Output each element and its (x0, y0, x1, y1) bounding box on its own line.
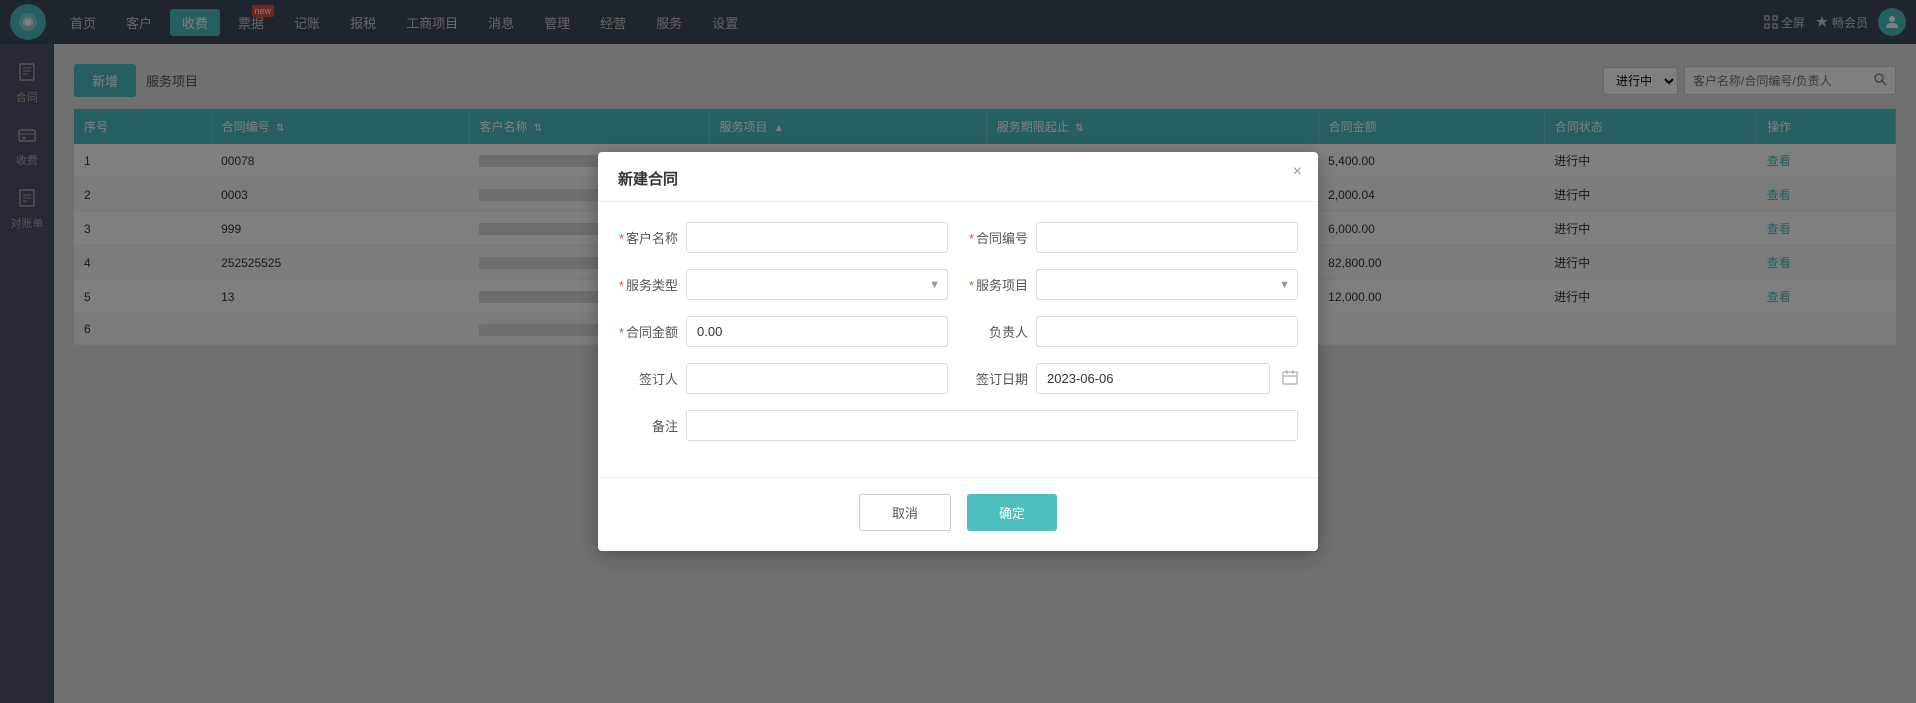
responsible-input[interactable] (1036, 316, 1298, 347)
form-row-1: *客户名称 *合同编号 (618, 222, 1298, 253)
note-input[interactable] (686, 410, 1298, 441)
responsible-label: 负责人 (968, 322, 1028, 341)
note-label: 备注 (618, 416, 678, 435)
form-row-4: 签订人 签订日期 (618, 363, 1298, 394)
service-item-select-wrap: ▼ (1036, 269, 1298, 300)
customer-name-input[interactable] (686, 222, 948, 253)
service-type-label: *服务类型 (618, 275, 678, 294)
cancel-button[interactable]: 取消 (859, 494, 951, 531)
field-responsible: 负责人 (968, 316, 1298, 347)
required-mark-3: * (619, 278, 624, 293)
contract-no-label: *合同编号 (968, 228, 1028, 247)
calendar-icon[interactable] (1282, 369, 1298, 388)
field-contract-amount: *合同金额 (618, 316, 948, 347)
form-row-2: *服务类型 ▼ *服务项目 (618, 269, 1298, 300)
form-row-3: *合同金额 负责人 (618, 316, 1298, 347)
modal-footer: 取消 确定 (598, 477, 1318, 551)
field-service-item: *服务项目 ▼ (968, 269, 1298, 300)
field-signer: 签订人 (618, 363, 948, 394)
service-item-select[interactable] (1036, 269, 1298, 300)
sign-date-label: 签订日期 (968, 369, 1028, 388)
form-row-5: 备注 (618, 410, 1298, 441)
contract-no-input[interactable] (1036, 222, 1298, 253)
modal-title: 新建合同 (618, 171, 678, 188)
contract-amount-label: *合同金额 (618, 322, 678, 341)
new-contract-modal: 新建合同 × *客户名称 *合同编号 (598, 152, 1318, 551)
required-mark-5: * (619, 325, 624, 340)
signer-label: 签订人 (618, 369, 678, 388)
modal-header: 新建合同 (598, 152, 1318, 202)
field-customer-name: *客户名称 (618, 222, 948, 253)
field-sign-date: 签订日期 (968, 363, 1298, 394)
modal-overlay[interactable]: 新建合同 × *客户名称 *合同编号 (0, 0, 1916, 703)
field-service-type: *服务类型 ▼ (618, 269, 948, 300)
modal-close-button[interactable]: × (1293, 164, 1302, 180)
confirm-button[interactable]: 确定 (967, 494, 1057, 531)
modal-body: *客户名称 *合同编号 *服务类型 (598, 202, 1318, 477)
required-mark-4: * (969, 278, 974, 293)
required-mark-2: * (969, 231, 974, 246)
contract-amount-input[interactable] (686, 316, 948, 347)
signer-input[interactable] (686, 363, 948, 394)
service-item-label: *服务项目 (968, 275, 1028, 294)
field-contract-no: *合同编号 (968, 222, 1298, 253)
service-type-select[interactable] (686, 269, 948, 300)
customer-name-label: *客户名称 (618, 228, 678, 247)
field-note: 备注 (618, 410, 1298, 441)
required-mark: * (619, 231, 624, 246)
sign-date-input[interactable] (1036, 363, 1270, 394)
service-type-select-wrap: ▼ (686, 269, 948, 300)
